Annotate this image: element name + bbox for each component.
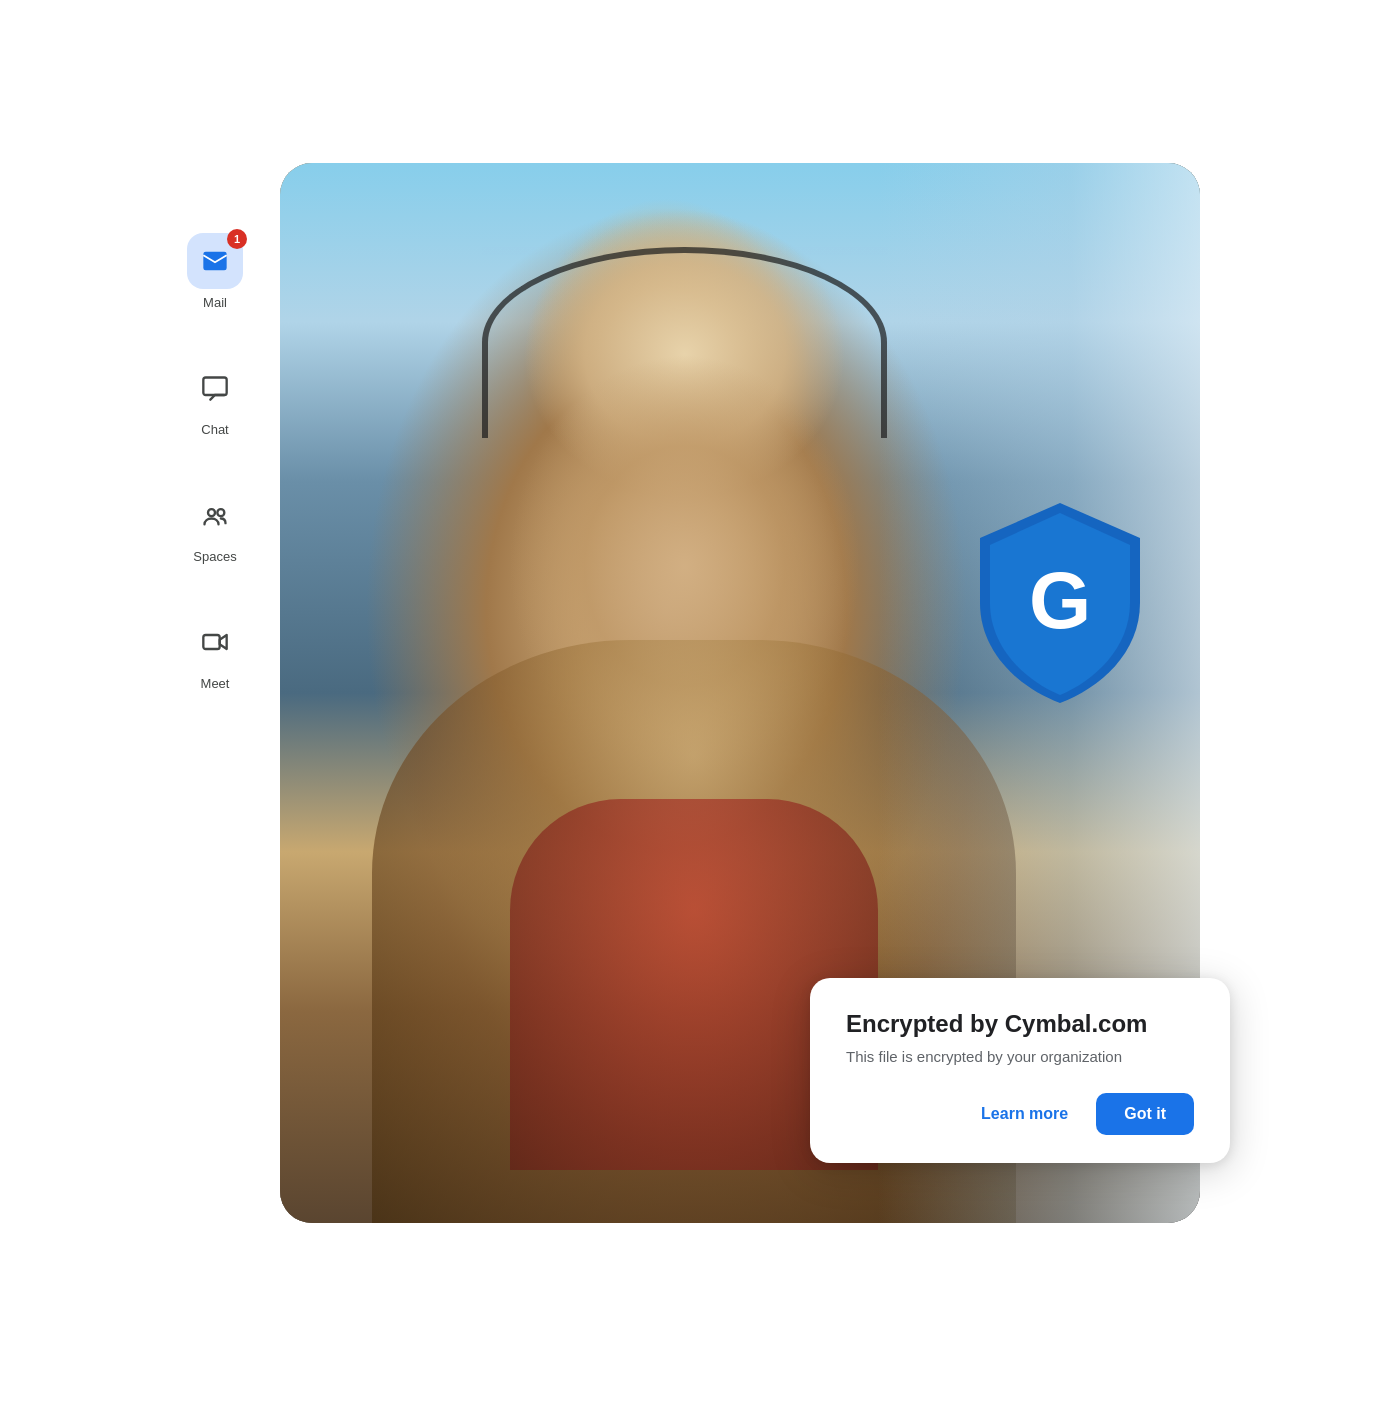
- sidebar-item-chat[interactable]: Chat: [187, 360, 243, 437]
- meet-icon: [201, 628, 229, 656]
- sidebar: 1 Mail Chat S: [150, 103, 280, 1303]
- spaces-label: Spaces: [193, 549, 236, 564]
- svg-rect-4: [203, 635, 219, 649]
- got-it-button[interactable]: Got it: [1096, 1093, 1194, 1135]
- mail-label: Mail: [203, 295, 227, 310]
- spaces-icon-container: [187, 487, 243, 543]
- mail-badge: 1: [227, 229, 247, 249]
- spaces-icon: [201, 501, 229, 529]
- mail-icon: [201, 247, 229, 275]
- svg-rect-1: [203, 377, 226, 395]
- headphones-overlay: [482, 247, 887, 438]
- svg-point-2: [208, 509, 215, 516]
- mail-icon-container: 1: [187, 233, 243, 289]
- scene: 1 Mail Chat S: [150, 103, 1250, 1303]
- svg-point-3: [217, 509, 224, 516]
- card-actions: Learn more Got it: [846, 1093, 1194, 1135]
- svg-text:G: G: [1029, 556, 1091, 645]
- sidebar-item-spaces[interactable]: Spaces: [187, 487, 243, 564]
- svg-rect-0: [203, 251, 226, 270]
- encryption-card: Encrypted by Cymbal.com This file is enc…: [810, 978, 1230, 1163]
- meet-label: Meet: [201, 676, 230, 691]
- meet-icon-container: [187, 614, 243, 670]
- chat-icon: [201, 374, 229, 402]
- chat-icon-container: [187, 360, 243, 416]
- learn-more-button[interactable]: Learn more: [965, 1095, 1084, 1133]
- sidebar-item-mail[interactable]: 1 Mail: [187, 233, 243, 310]
- card-title: Encrypted by Cymbal.com: [846, 1010, 1194, 1038]
- card-subtitle: This file is encrypted by your organizat…: [846, 1048, 1194, 1065]
- shield-svg: G: [960, 493, 1160, 713]
- chat-label: Chat: [201, 422, 228, 437]
- google-shield: G: [960, 493, 1160, 713]
- sidebar-item-meet[interactable]: Meet: [187, 614, 243, 691]
